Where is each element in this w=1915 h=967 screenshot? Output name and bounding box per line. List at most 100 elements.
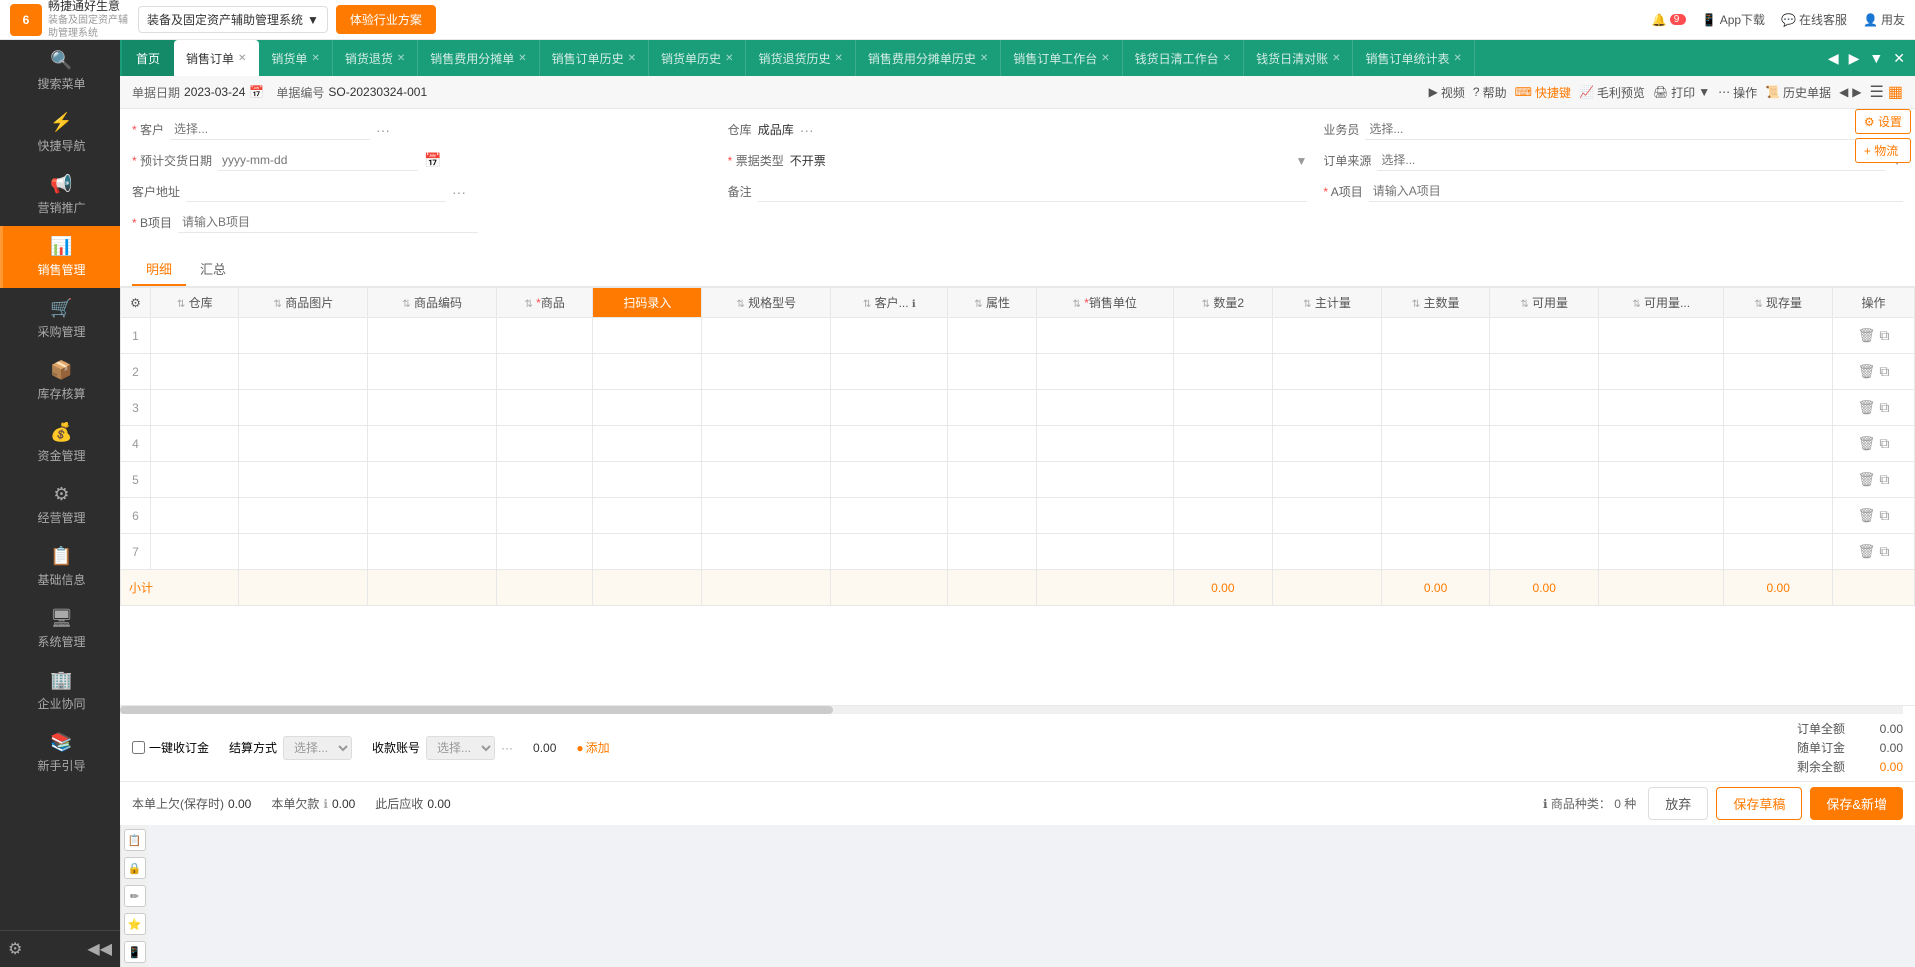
row-2-main-qty[interactable] [1381, 354, 1490, 390]
row-2-warehouse[interactable] [151, 354, 239, 390]
row-1-unit[interactable] [1036, 318, 1173, 354]
row-6-copy-btn[interactable]: ⧉ [1879, 507, 1889, 524]
th-code[interactable]: ⇅ 商品编码 [368, 288, 497, 318]
account-more-btn[interactable]: ··· [501, 741, 513, 755]
row-3-delete-btn[interactable]: 🗑 [1858, 399, 1876, 416]
tab-close-sales-order-ws[interactable]: ✕ [1101, 53, 1109, 64]
tab-close-sales-order[interactable]: ✕ [238, 53, 246, 64]
tab-close-sales-stats[interactable]: ✕ [1454, 53, 1462, 64]
sidebar-item-search[interactable]: 🔍 搜索菜单 [0, 40, 120, 102]
logistics-side-btn[interactable]: + 物流 [1855, 138, 1911, 163]
tab-close-sales-refund-hist[interactable]: ✕ [834, 53, 842, 64]
user-avatar[interactable]: 👤 用友 [1863, 11, 1905, 28]
sidebar-item-marketing[interactable]: 📢 营销推广 [0, 164, 120, 226]
row-2-available2[interactable] [1599, 354, 1724, 390]
row-1-warehouse[interactable] [151, 318, 239, 354]
customer-addr-input[interactable] [186, 181, 446, 202]
row-1-main-unit[interactable] [1273, 318, 1382, 354]
row-5-delete-btn[interactable]: 🗑 [1858, 471, 1876, 488]
row-7-copy-btn[interactable]: ⧉ [1879, 543, 1889, 560]
tab-close-sales-return-hist[interactable]: ✕ [725, 53, 733, 64]
th-attributes[interactable]: ⇅ 属性 [948, 288, 1036, 318]
note-input[interactable] [758, 181, 1308, 202]
row-4-copy-btn[interactable]: ⧉ [1879, 435, 1889, 452]
row-2-unit[interactable] [1036, 354, 1173, 390]
tab-sales-return[interactable]: 销货单 ✕ [259, 40, 332, 76]
tab-close-cash-daily[interactable]: ✕ [1223, 53, 1231, 64]
notification-btn[interactable]: 🔔 9 [1652, 13, 1686, 27]
right-panel-btn-1[interactable]: 📋 [124, 829, 146, 851]
tab-sales-stats[interactable]: 销售订单统计表 ✕ [1353, 40, 1474, 76]
row-1-stock[interactable] [1724, 318, 1833, 354]
sidebar-item-operations[interactable]: ⚙ 经营管理 [0, 474, 120, 536]
profit-btn[interactable]: 📈 毛利预览 [1579, 84, 1645, 101]
row-2-code[interactable] [368, 354, 497, 390]
row-1-delete-btn[interactable]: 🗑 [1858, 327, 1876, 344]
row-1-scan[interactable] [593, 318, 702, 354]
sidebar-item-enterprise[interactable]: 🏢 企业协同 [0, 660, 120, 722]
customer-addr-more-btn[interactable]: ··· [452, 184, 466, 200]
salesperson-input[interactable] [1365, 119, 1883, 140]
tab-close-sales-refund[interactable]: ✕ [397, 53, 405, 64]
row-1-available[interactable] [1490, 318, 1599, 354]
operation-btn[interactable]: ⋯ 操作 [1718, 84, 1757, 101]
delivery-date-input[interactable] [218, 150, 418, 171]
order-source-input[interactable] [1377, 150, 1885, 171]
tab-close-all-btn[interactable]: ✕ [1889, 48, 1909, 69]
sidebar-item-sales[interactable]: 📊 销售管理 [0, 226, 120, 288]
tab-sales-return-hist[interactable]: 销货单历史 ✕ [649, 40, 746, 76]
row-1-qty2[interactable] [1173, 318, 1273, 354]
view-btn[interactable]: ▶ 视频 [1429, 84, 1465, 101]
row-1-available2[interactable] [1599, 318, 1724, 354]
th-qty2[interactable]: ⇅ 数量2 [1173, 288, 1273, 318]
sidebar-item-system[interactable]: 🖥 系统管理 [0, 598, 120, 660]
sidebar-item-quick-nav[interactable]: ⚡ 快捷导航 [0, 102, 120, 164]
row-2-delete-btn[interactable]: 🗑 [1858, 363, 1876, 380]
detail-tab-mingxi[interactable]: 明细 [132, 253, 186, 286]
save-new-btn[interactable]: 保存&新增 [1810, 787, 1903, 820]
th-product[interactable]: ⇅ *商品 [496, 288, 592, 318]
solution-btn[interactable]: 体验行业方案 [336, 5, 436, 34]
th-available2[interactable]: ⇅ 可用量... [1599, 288, 1724, 318]
tab-menu-btn[interactable]: ▼ [1865, 48, 1887, 68]
row-2-image[interactable] [239, 354, 368, 390]
tab-next-btn[interactable]: ▶ [1845, 48, 1864, 69]
row-5-copy-btn[interactable]: ⧉ [1879, 471, 1889, 488]
payment-method-select[interactable]: 选择... [283, 736, 352, 760]
row-1-code[interactable] [368, 318, 497, 354]
row-2-customer-code[interactable] [831, 354, 948, 390]
scrollbar-thumb[interactable] [120, 706, 833, 714]
row-2-spec[interactable] [702, 354, 831, 390]
tab-close-sales-return[interactable]: ✕ [311, 53, 319, 64]
setting-side-btn[interactable]: ⚙ 设置 [1855, 109, 1911, 134]
tab-sales-fee-hist[interactable]: 销售费用分摊单历史 ✕ [856, 40, 1001, 76]
row-2-stock[interactable] [1724, 354, 1833, 390]
th-warehouse[interactable]: ⇅ 仓库 [151, 288, 239, 318]
shortcut-btn[interactable]: ⌨ 快捷键 [1515, 84, 1571, 101]
discard-btn[interactable]: 放弃 [1648, 787, 1708, 820]
right-panel-btn-2[interactable]: 🔒 [124, 857, 146, 879]
project-b-input[interactable] [178, 212, 478, 233]
row-7-delete-btn[interactable]: 🗑 [1858, 543, 1876, 560]
row-1-main-qty[interactable] [1381, 318, 1490, 354]
invoice-type-chevron[interactable]: ▼ [1295, 154, 1307, 168]
th-image[interactable]: ⇅ 商品图片 [239, 288, 368, 318]
one-click-checkout-label[interactable]: 一键收订金 [132, 739, 209, 756]
sidebar-item-inventory[interactable]: 📦 库存核算 [0, 350, 120, 412]
account-select[interactable]: 选择... [426, 736, 495, 760]
sidebar-item-finance[interactable]: 💰 资金管理 [0, 412, 120, 474]
row-1-customer-code[interactable] [831, 318, 948, 354]
tab-sales-fee[interactable]: 销售费用分摊单 ✕ [418, 40, 539, 76]
project-a-input[interactable] [1369, 181, 1903, 202]
tab-sales-order-ws[interactable]: 销售订单工作台 ✕ [1001, 40, 1122, 76]
customer-input[interactable] [170, 119, 370, 140]
form-view-icon[interactable]: ▦ [1888, 82, 1903, 102]
print-btn[interactable]: 🖨 打印 ▼ [1653, 84, 1710, 101]
app-download-btn[interactable]: 📱 App下载 [1702, 11, 1765, 28]
delivery-date-calendar-icon[interactable]: 📅 [424, 152, 441, 169]
nav-next-icon[interactable]: ▶ [1852, 85, 1861, 99]
history-btn[interactable]: 📜 历史单据 [1765, 84, 1831, 101]
sidebar-collapse-icon[interactable]: ◀◀ [87, 939, 112, 959]
sidebar-item-basicinfo[interactable]: 📋 基础信息 [0, 536, 120, 598]
list-view-icon[interactable]: ☰ [1870, 82, 1884, 102]
